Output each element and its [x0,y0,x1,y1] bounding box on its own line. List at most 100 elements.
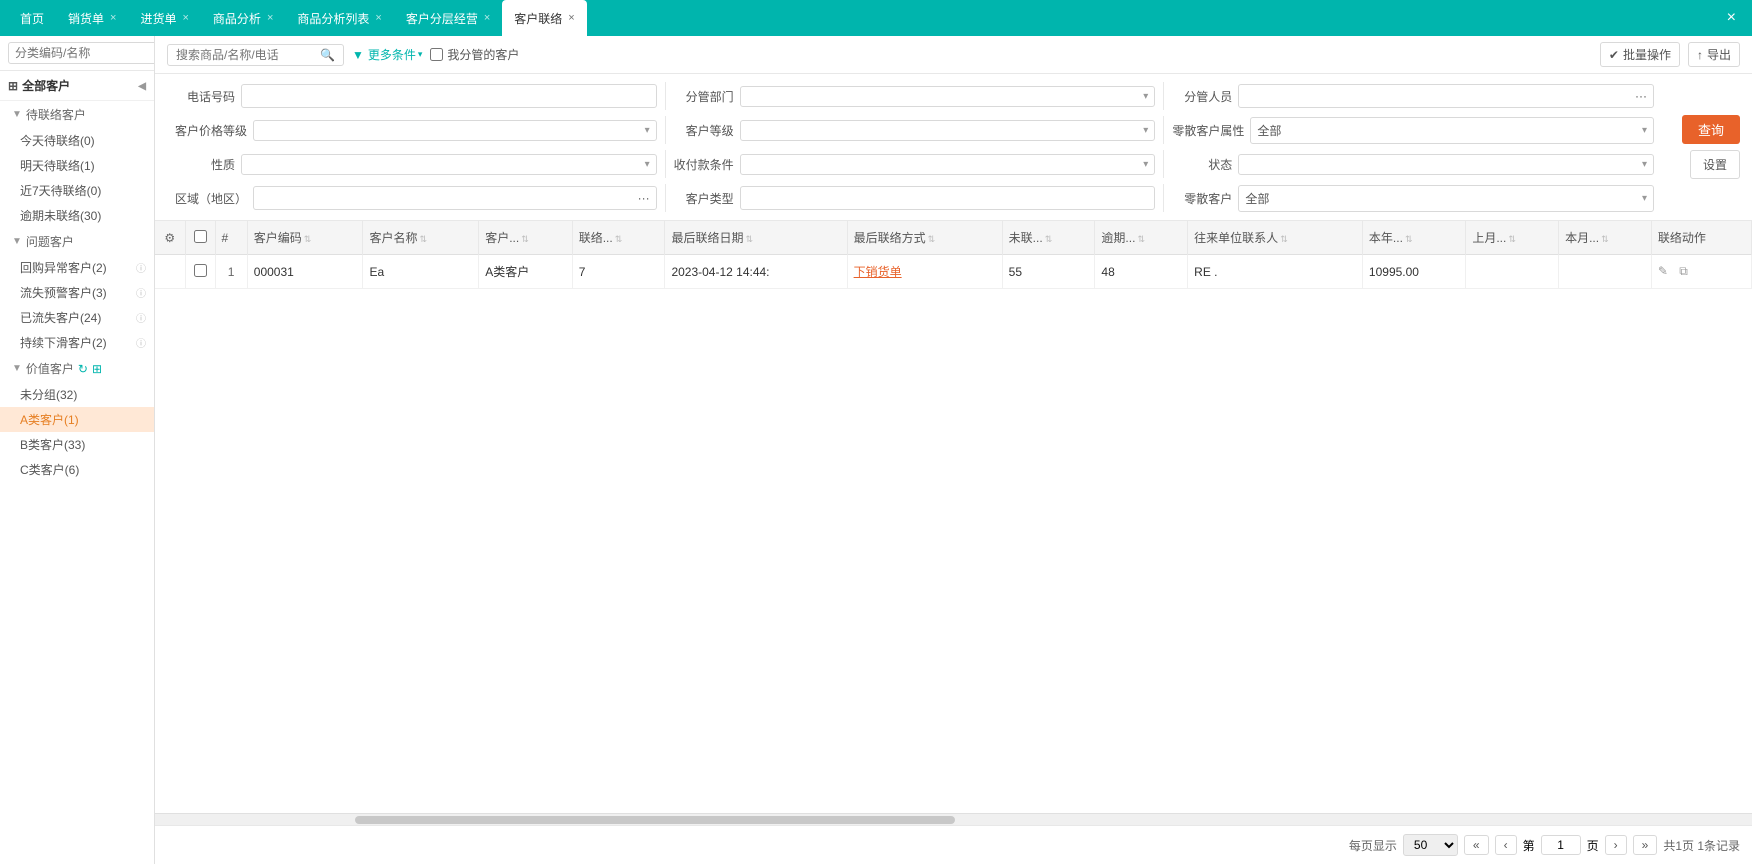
sidebar-item-repurchase-abnormal[interactable]: 回购异常客户(2) ⓘ [0,255,154,280]
bulk-check-icon: ✔ [1609,48,1619,62]
page-number-input[interactable] [1541,835,1581,855]
last-page-btn[interactable]: » [1633,835,1658,855]
th-last-month[interactable]: 上月...⇅ [1466,221,1559,255]
first-page-btn[interactable]: « [1464,835,1489,855]
filter-nature-select[interactable]: ▾ [241,154,657,175]
th-unit-contact[interactable]: 往来单位联系人⇅ [1188,221,1363,255]
sidebar-item-overdue[interactable]: 逾期未联络(30) [0,203,154,228]
group-pending-contact[interactable]: ▼ 待联络客户 [0,101,154,128]
sidebar-item-today[interactable]: 今天待联络(0) [0,128,154,153]
group-value-customers[interactable]: ▼ 价值客户 ↻ ⊞ [0,355,154,382]
filter-region-input[interactable]: ··· [253,186,657,210]
export-btn[interactable]: ↑ 导出 [1688,42,1740,67]
sidebar-item-b-customers[interactable]: B类客户(33) [0,432,154,457]
close-customer-contact[interactable]: × [568,12,574,24]
sort-type: ⇅ [521,234,529,244]
next-page-btn[interactable]: › [1605,835,1627,855]
main-layout: ⊞ 全部客户 ▼ 待联络客户 今天待联络(0) 明天待联络(1) 近7天待联络(… [0,36,1752,864]
sidebar: ⊞ 全部客户 ▼ 待联络客户 今天待联络(0) 明天待联络(1) 近7天待联络(… [0,36,155,864]
filter-retail-attr: 零散客户属性 全部 ▾ [1164,117,1662,144]
th-customer-type[interactable]: 客户...⇅ [479,221,573,255]
sidebar-item-churned[interactable]: 已流失客户(24) ⓘ [0,305,154,330]
filter-customer-level-select[interactable]: ▾ [740,120,1156,141]
my-customer-checkbox[interactable]: 我分管的客户 [430,46,519,63]
nav-product-analysis[interactable]: 商品分析 × [201,0,285,36]
action-share-icon[interactable]: ⧉ [1679,264,1688,278]
close-product-analysis[interactable]: × [267,12,273,24]
filter-search-input[interactable] [176,48,316,62]
my-customer-check[interactable] [430,48,443,61]
sidebar-item-c-customers[interactable]: C类客户(6) [0,457,154,482]
row-checkbox[interactable] [194,264,207,277]
nav-home[interactable]: 首页 [8,0,56,36]
sidebar-item-a-customers[interactable]: A类客户(1) [0,407,154,432]
th-last-contact-date[interactable]: 最后联络日期⇅ [665,221,847,255]
bulk-operation-btn[interactable]: ✔ 批量操作 [1600,42,1680,67]
sidebar-item-declining[interactable]: 持续下滑客户(2) ⓘ [0,330,154,355]
setting-button[interactable]: 设置 [1690,150,1740,179]
th-this-year[interactable]: 本年...⇅ [1362,221,1465,255]
prev-page-btn[interactable]: ‹ [1495,835,1517,855]
filter-status-select[interactable]: ▾ [1238,154,1654,175]
th-overdue[interactable]: 逾期...⇅ [1095,221,1188,255]
sidebar-item-tomorrow[interactable]: 明天待联络(1) [0,153,154,178]
filter-customer-type-input[interactable] [740,186,1156,210]
th-this-month[interactable]: 本月...⇅ [1559,221,1652,255]
close-product-list[interactable]: × [375,12,381,24]
scroll-thumb[interactable] [355,816,955,824]
th-customer-code[interactable]: 客户编码⇅ [247,221,363,255]
filter-phone-input[interactable] [241,84,657,108]
info-icon-declining: ⓘ [136,335,146,350]
refresh-icon[interactable]: ↻ [78,362,88,376]
filter-search-icon[interactable]: 🔍 [320,48,335,62]
sidebar-item-7days[interactable]: 近7天待联络(0) [0,178,154,203]
select-all-checkbox[interactable] [194,230,207,243]
sidebar-item-ungrouped[interactable]: 未分组(32) [0,382,154,407]
nav-purchase-order[interactable]: 进货单 × [128,0,200,36]
filter-customer-level-label: 客户等级 [674,122,734,139]
td-checkbox [185,255,215,289]
filter-payment: 收付款条件 ▾ [666,154,1164,175]
nav-product-analysis-list[interactable]: 商品分析列表 × [285,0,393,36]
payment-arrow: ▾ [1143,159,1148,170]
filter-payment-select[interactable]: ▾ [740,154,1156,175]
nav-customer-segment[interactable]: 客户分层经营 × [394,0,502,36]
last-method-link[interactable]: 下销货单 [854,265,902,279]
th-not-contacted[interactable]: 未联...⇅ [1002,221,1095,255]
table-settings-icon[interactable] [164,231,175,245]
filter-nature-label: 性质 [175,156,235,173]
nav-customer-contact[interactable]: 客户联络 × [502,0,586,36]
close-all-tabs[interactable]: × [1719,9,1744,27]
horizontal-scrollbar[interactable] [155,813,1752,825]
filter-manager-input[interactable]: ··· [1238,84,1654,108]
page-size-select[interactable]: 50 100 200 [1403,834,1458,856]
filter-funnel-icon: ▼ [352,48,364,62]
sidebar-search-input[interactable] [8,42,155,64]
all-customers-header[interactable]: ⊞ 全部客户 [0,71,154,101]
sidebar-collapse-btn[interactable] [138,80,146,92]
td-overdue: 48 [1095,255,1188,289]
filter-retail-attr-select[interactable]: 全部 ▾ [1250,117,1654,144]
th-last-contact-method[interactable]: 最后联络方式⇅ [847,221,1002,255]
nav-sales-order[interactable]: 销货单 × [56,0,128,36]
group-problem-customers[interactable]: ▼ 问题客户 [0,228,154,255]
filter-dept-select[interactable]: ▾ [740,86,1156,107]
adv-filter-row-2: 客户价格等级 ▾ 客户等级 ▾ [167,116,1662,144]
settings-value-icon[interactable]: ⊞ [92,362,102,376]
filter-price-level-select[interactable]: ▾ [253,120,657,141]
sidebar-item-churn-warning[interactable]: 流失预警客户(3) ⓘ [0,280,154,305]
close-sales-order[interactable]: × [110,12,116,24]
more-filter-btn[interactable]: ▼ 更多条件 ▾ [352,46,422,63]
table-wrapper: # 客户编码⇅ 客户名称⇅ 客户...⇅ 联络...⇅ [155,221,1752,813]
filter-retail: 零散客户 全部 ▾ [1164,185,1662,212]
close-purchase-order[interactable]: × [182,12,188,24]
th-customer-name[interactable]: 客户名称⇅ [363,221,479,255]
query-button[interactable]: 查询 [1682,115,1740,144]
filter-retail-select[interactable]: 全部 ▾ [1238,185,1654,212]
retail-arrow: ▾ [1642,193,1647,204]
filter-status-label: 状态 [1172,156,1232,173]
close-customer-segment[interactable]: × [484,12,490,24]
th-contact-count[interactable]: 联络...⇅ [572,221,665,255]
info-icon-churn-warning: ⓘ [136,285,146,300]
action-edit-icon[interactable]: ✎ [1658,264,1668,278]
